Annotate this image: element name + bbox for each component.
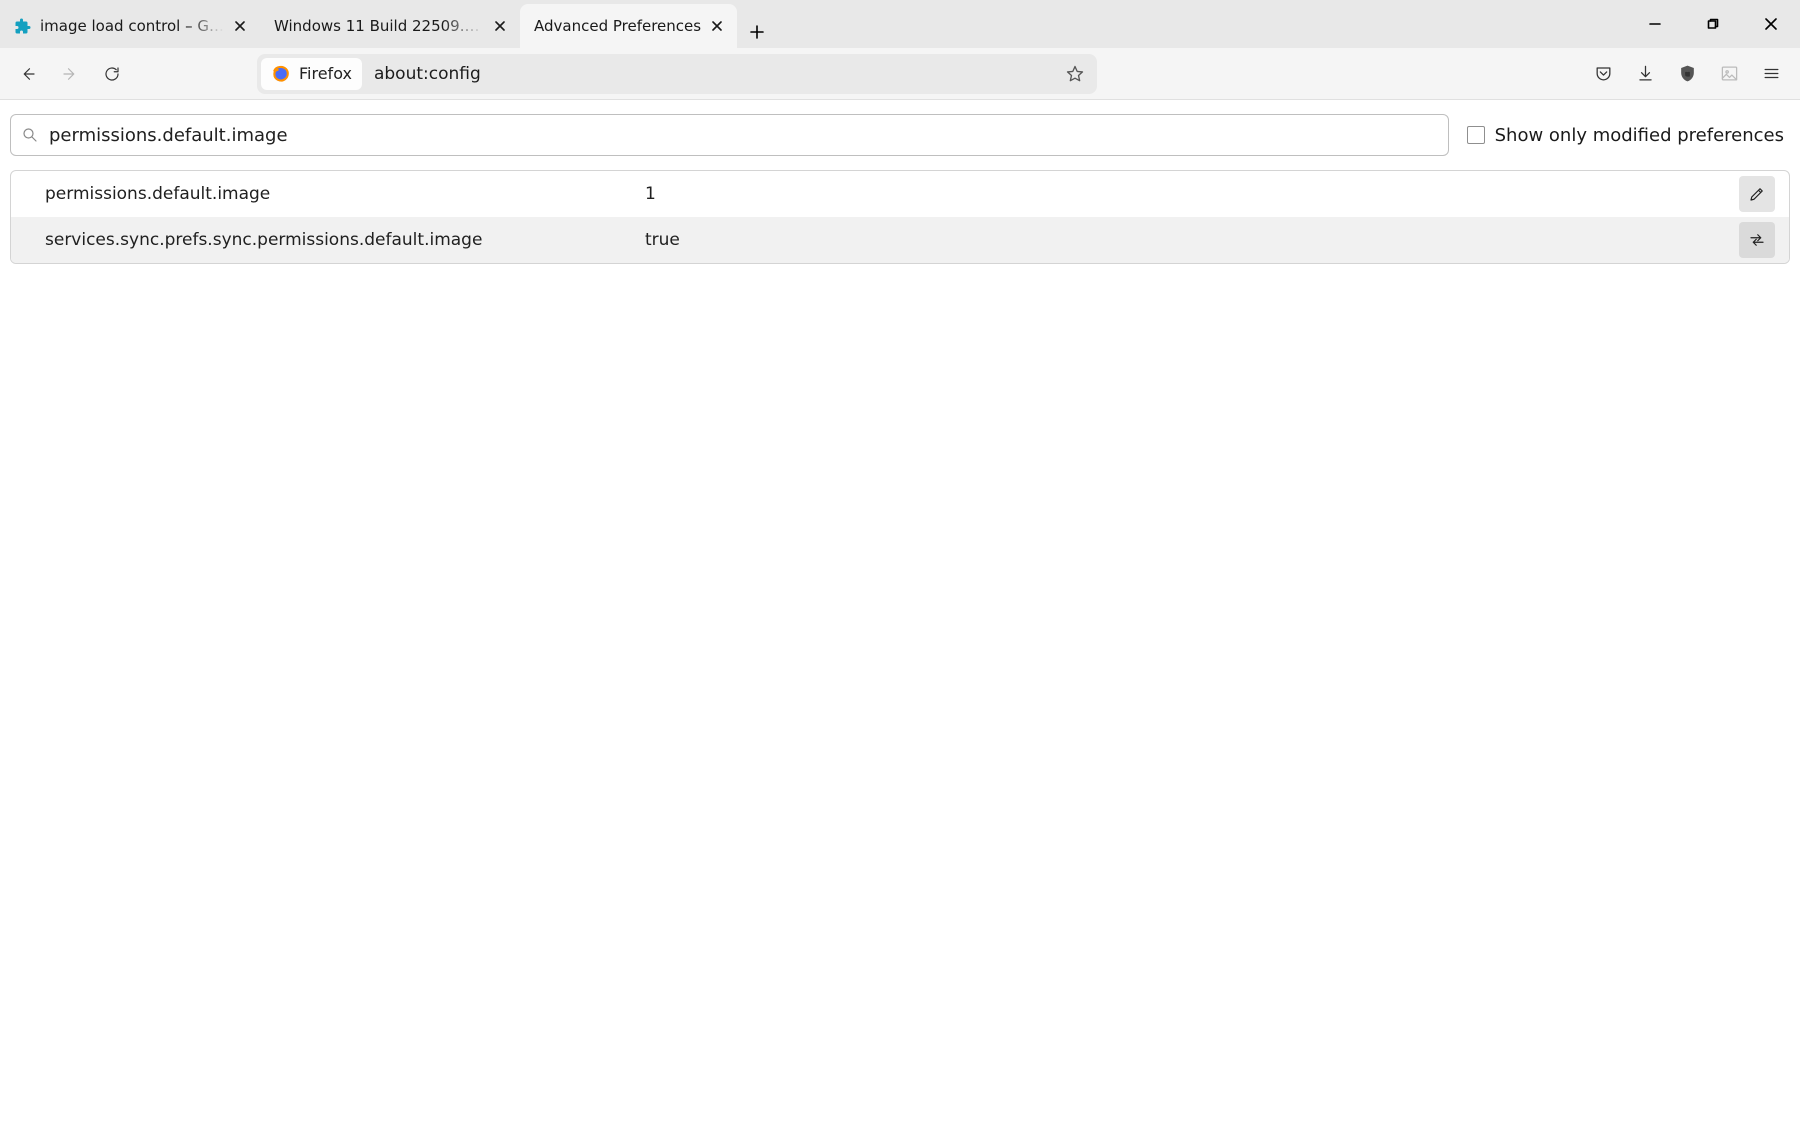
new-tab-button[interactable] [741,16,773,48]
reload-button[interactable] [94,56,130,92]
show-modified-checkbox[interactable]: Show only modified preferences [1467,125,1790,146]
pref-value: true [645,230,1739,250]
nav-toolbar: Firefox about:config u [0,48,1800,100]
close-window-button[interactable] [1742,0,1800,48]
pref-row[interactable]: permissions.default.image 1 [11,171,1789,217]
back-button[interactable] [10,56,46,92]
about-config-content: Show only modified preferences permissio… [0,100,1800,264]
checkbox-label: Show only modified preferences [1495,125,1784,146]
search-row: Show only modified preferences [10,114,1790,156]
toggle-arrows-icon [1748,231,1766,249]
new-tab-area [737,16,777,48]
url-bar[interactable]: Firefox about:config [257,54,1097,94]
close-tab-button[interactable] [707,16,727,36]
tab-1[interactable]: Windows 11 Build 22509.1000 rolls out [260,4,520,48]
firefox-icon [271,64,291,84]
downloads-button[interactable] [1626,55,1664,93]
tab-0[interactable]: image load control – Get this Extension [0,4,260,48]
title-bar: image load control – Get this Extension … [0,0,1800,48]
url-text: about:config [366,64,1057,84]
site-identity[interactable]: Firefox [261,58,362,90]
window-controls [1626,0,1800,48]
identity-label: Firefox [299,64,352,83]
pref-name: permissions.default.image [45,184,645,204]
ublock-icon[interactable]: u [1668,55,1706,93]
pref-search-box[interactable] [10,114,1449,156]
forward-button[interactable] [52,56,88,92]
close-tab-button[interactable] [490,16,510,36]
pocket-button[interactable] [1584,55,1622,93]
pref-row[interactable]: services.sync.prefs.sync.permissions.def… [11,217,1789,263]
tab-title: image load control – Get this Extension [40,17,224,35]
tab-title: Windows 11 Build 22509.1000 rolls out [274,17,484,35]
svg-text:u: u [1685,71,1690,78]
pencil-icon [1748,185,1766,203]
search-icon [21,126,39,144]
close-tab-button[interactable] [230,16,250,36]
checkbox-box [1467,126,1485,144]
pref-value: 1 [645,184,1739,204]
tab-title: Advanced Preferences [534,17,701,35]
edit-pref-button[interactable] [1739,176,1775,212]
bookmark-button[interactable] [1057,56,1093,92]
toolbar-right: u [1584,55,1790,93]
maximize-button[interactable] [1684,0,1742,48]
puzzle-icon [14,17,32,35]
image-toggle-icon[interactable] [1710,55,1748,93]
toggle-pref-button[interactable] [1739,222,1775,258]
pref-name: services.sync.prefs.sync.permissions.def… [45,230,645,250]
pref-results: permissions.default.image 1 services.syn… [10,170,1790,264]
tab-strip: image load control – Get this Extension … [0,0,1626,48]
minimize-button[interactable] [1626,0,1684,48]
app-menu-button[interactable] [1752,55,1790,93]
pref-search-input[interactable] [49,125,1438,146]
tab-2[interactable]: Advanced Preferences [520,4,737,48]
